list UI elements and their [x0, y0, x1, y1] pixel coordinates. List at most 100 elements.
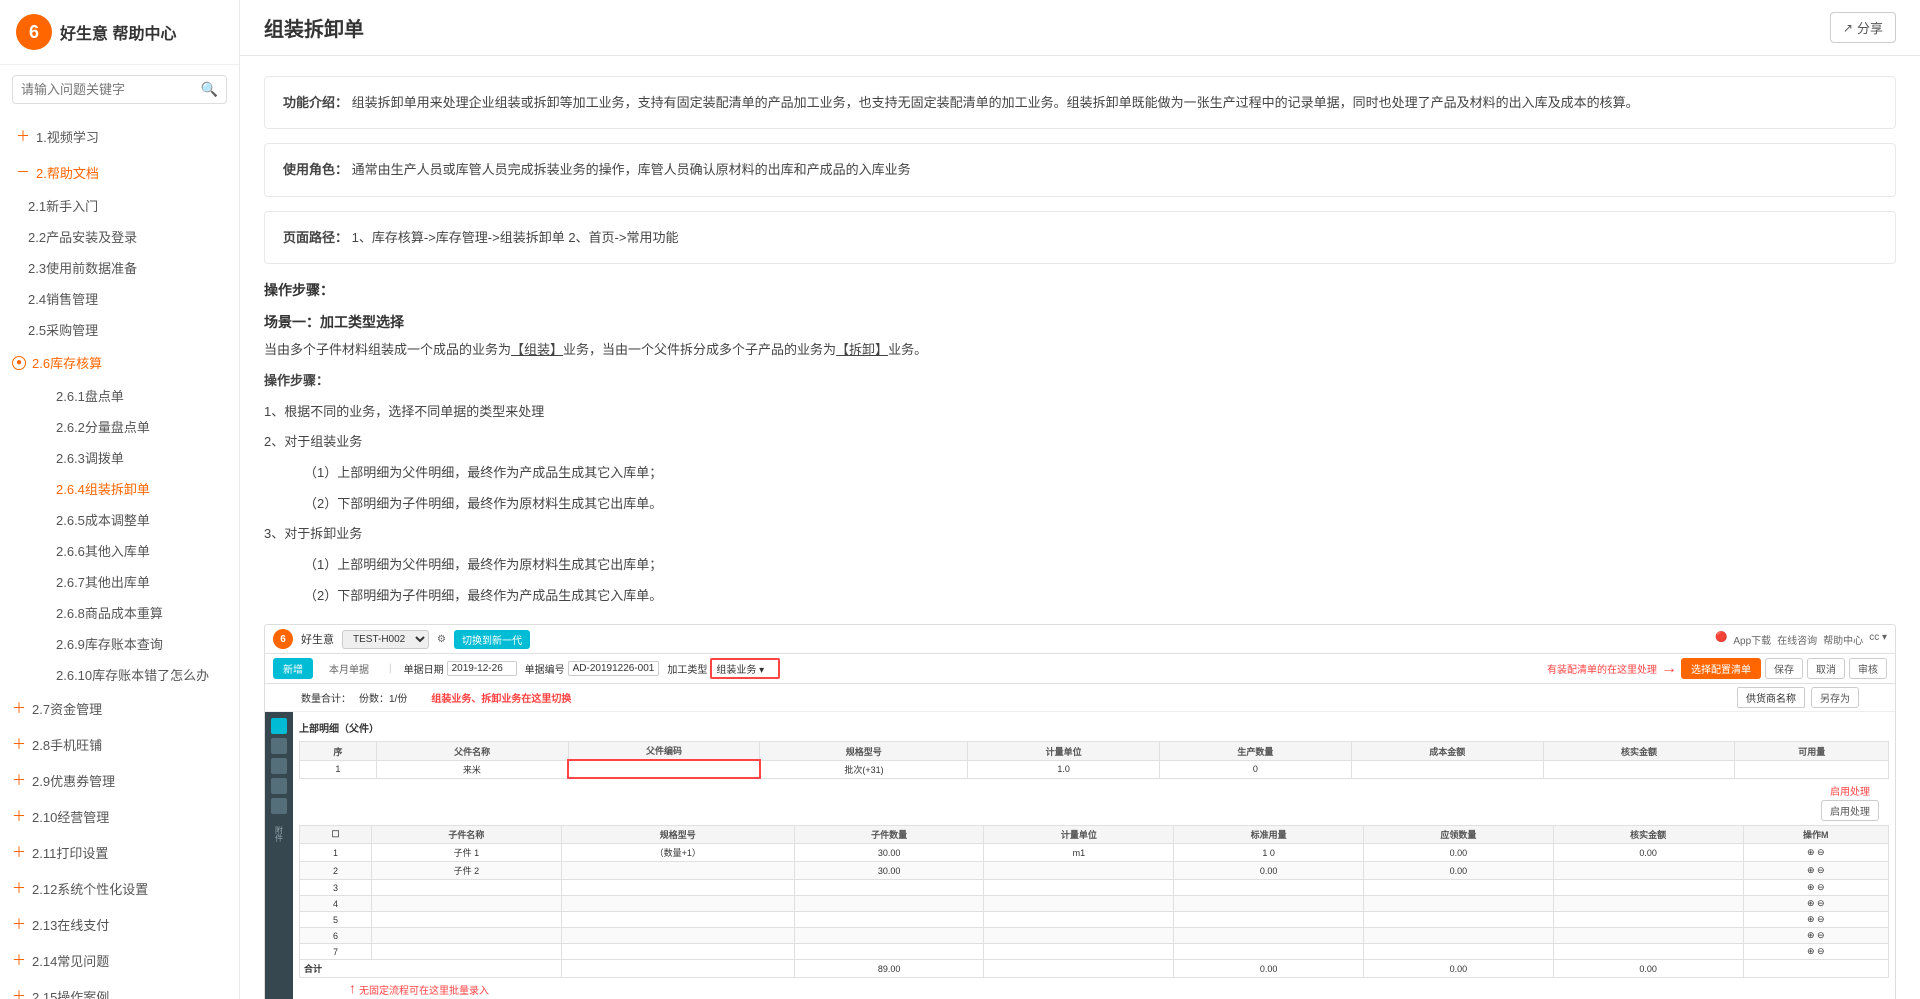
- sidebar-item-2-5[interactable]: 2.5采购管理: [28, 314, 239, 345]
- sidebar-item-2-14[interactable]: ＋ 2.14常见问题: [12, 942, 239, 978]
- mock-type-input[interactable]: 组装业务 ▾: [710, 658, 780, 679]
- table-row: 5⊕ ⊖: [300, 912, 1889, 928]
- scenario1-title: 场景一：加工类型选择: [264, 312, 1896, 332]
- sidebar-item-2-15[interactable]: ＋ 2.15操作案例: [12, 978, 239, 999]
- mock-sidebar-icon-3[interactable]: [271, 758, 287, 774]
- sidebar-item-2-7[interactable]: ＋ 2.7资金管理: [12, 690, 239, 726]
- expand-icon: ＋: [12, 986, 26, 999]
- mock-sync-icon: ⚙: [437, 634, 446, 645]
- sidebar-item-2-2[interactable]: 2.2产品安装及登录: [28, 221, 239, 252]
- mock-content: 上部明细（父件） 序 父件名称 父件编码 规格型号 计量单位 生产数量: [293, 712, 1895, 999]
- top-bar: 组装拆卸单 ↗ 分享: [240, 0, 1920, 56]
- mock-sidebar-text: 附件: [274, 826, 285, 842]
- table-row: 1 来米 批次(+31) 1.0 0: [300, 760, 1889, 778]
- mock-upper-table: 序 父件名称 父件编码 规格型号 计量单位 生产数量 成本金额 核实金额 可用量: [299, 741, 1889, 779]
- mock-process-btn[interactable]: 启用处理: [1821, 800, 1879, 821]
- sidebar-item-2-6[interactable]: ● 2.6库存核算: [12, 345, 239, 380]
- page-title: 组装拆卸单: [264, 13, 364, 42]
- sidebar-item-help-docs[interactable]: － 2.帮助文档: [0, 154, 239, 190]
- sidebar-item-2-6-8[interactable]: 2.6.8商品成本重算: [56, 597, 239, 628]
- sidebar-item-video[interactable]: ＋ 1.视频学习: [0, 118, 239, 154]
- mock-review-btn[interactable]: 审核: [1849, 658, 1887, 679]
- arrow-up-icon: ↑: [349, 980, 356, 996]
- annotation-a3: 启用处理: [1830, 783, 1870, 798]
- sidebar-item-2-6-5[interactable]: 2.6.5成本调整单: [56, 504, 239, 535]
- mock-lower-table: ☐ 子件名称 规格型号 子件数量 计量单位 标准用量 应领数量 核实金额 操作M: [299, 825, 1889, 978]
- mock-sidebar-icon-1[interactable]: [271, 718, 287, 734]
- sidebar-item-2-6-3[interactable]: 2.6.3调拨单: [56, 442, 239, 473]
- sidebar-item-2-6-2[interactable]: 2.6.2分量盘点单: [56, 411, 239, 442]
- mock-sidebar-icon-4[interactable]: [271, 778, 287, 794]
- sidebar-item-2-13[interactable]: ＋ 2.13在线支付: [12, 906, 239, 942]
- mock-highlighted-cell[interactable]: [568, 760, 760, 778]
- sidebar-item-2-6-9[interactable]: 2.6.9库存账本查询: [56, 628, 239, 659]
- mock-id-input[interactable]: AD-20191226-001: [568, 661, 660, 676]
- sidebar-item-2-1[interactable]: 2.1新手入门: [28, 190, 239, 221]
- ops-steps-label: 操作步骤：: [264, 369, 1896, 394]
- sidebar-item-2-6-7[interactable]: 2.6.7其他出库单: [56, 566, 239, 597]
- table-row: 6⊕ ⊖: [300, 928, 1889, 944]
- mock-cancel-btn[interactable]: 取消: [1807, 658, 1845, 679]
- divider: |: [389, 663, 392, 674]
- mock-select-bom-btn[interactable]: 选择配置清单: [1681, 658, 1761, 679]
- share-icon: ↗: [1843, 21, 1853, 35]
- table-row: 3⊕ ⊖: [300, 880, 1889, 896]
- mock-action-area: 有装配清单的在这里处理 → 选择配置清单 保存 取消 审核: [1547, 658, 1887, 679]
- sidebar-item-2-11[interactable]: ＋ 2.11打印设置: [12, 834, 239, 870]
- mock-supplier-area: 供货商名称 另存为: [1737, 687, 1859, 708]
- step3-2: （2）下部明细为子件明细，最终作为产成品生成其它入库单。: [264, 584, 1896, 609]
- mock-brand: 好生意: [301, 631, 334, 647]
- main-area: 组装拆卸单 ↗ 分享 功能介绍： 组装拆卸单用来处理企业组装或拆卸等加工业务，支…: [240, 0, 1920, 999]
- annotation-a4-container: 无固定流程可在这里批量录入 ↑: [299, 982, 1889, 999]
- ops-title: 操作步骤：: [264, 280, 1896, 300]
- sidebar-item-2-10[interactable]: ＋ 2.10经营管理: [12, 798, 239, 834]
- sidebar-item-2-6-1[interactable]: 2.6.1盘点单: [56, 380, 239, 411]
- sub-items-help-docs: 2.1新手入门 2.2产品安装及登录 2.3使用前数据准备 2.4销售管理 2.…: [0, 190, 239, 999]
- mock-select-supplier-btn[interactable]: 另存为: [1811, 687, 1859, 708]
- sidebar: 6 好生意 帮助中心 🔍 ＋ 1.视频学习 － 2.帮助文档 2.1新手入门 2…: [0, 0, 240, 999]
- func-intro-text: 组装拆卸单用来处理企业组装或拆卸等加工业务，支持有固定装配清单的产品加工业务，也…: [352, 95, 1639, 110]
- mock-process-btn-area: 启用处理 启用处理: [1821, 783, 1879, 821]
- mock-sidebar-icon-5[interactable]: [271, 798, 287, 814]
- sidebar-item-2-6-10[interactable]: 2.6.10库存账本错了怎么办: [56, 659, 239, 690]
- table-footer-row: 合计 89.00 0.00 0.00 0.00: [300, 960, 1889, 978]
- sidebar-item-2-12[interactable]: ＋ 2.12系统个性化设置: [12, 870, 239, 906]
- mock-sidebar-icon-2[interactable]: [271, 738, 287, 754]
- sidebar-item-2-9[interactable]: ＋ 2.9优惠券管理: [12, 762, 239, 798]
- sidebar-item-2-4[interactable]: 2.4销售管理: [28, 283, 239, 314]
- active-circle-icon: ●: [12, 356, 26, 370]
- search-box[interactable]: 🔍: [12, 75, 227, 104]
- sidebar-item-2-3[interactable]: 2.3使用前数据准备: [28, 252, 239, 283]
- sub-items-2-6: 2.6.1盘点单 2.6.2分量盘点单 2.6.3调拨单 2.6.4组装拆卸单 …: [28, 380, 239, 690]
- mock-upper-table-label: 上部明细（父件）: [299, 718, 1889, 737]
- mock-tab-new[interactable]: 新增: [273, 658, 313, 679]
- mock-date-input[interactable]: 2019-12-26: [447, 661, 517, 676]
- step3: 3、对于拆卸业务: [264, 522, 1896, 547]
- search-input[interactable]: [21, 82, 201, 97]
- logo-area: 6 好生意 帮助中心: [0, 0, 239, 65]
- mock-switch-btn[interactable]: 切换到新一代: [454, 630, 530, 649]
- sidebar-item-2-6-6[interactable]: 2.6.6其他入库单: [56, 535, 239, 566]
- table-row: 2 子件 2 30.00 0.00 0.00 ⊕ ⊖: [300, 862, 1889, 880]
- mock-screen: 6 好生意 TEST-H002 ⚙ 切换到新一代 🔴 App下载 在线咨询 帮助…: [265, 625, 1895, 999]
- mock-tab-list[interactable]: 本月单据: [321, 658, 377, 679]
- sidebar-item-2-8[interactable]: ＋ 2.8手机旺铺: [12, 726, 239, 762]
- path-label: 页面路径：: [283, 230, 348, 245]
- mock-company-select[interactable]: TEST-H002: [342, 630, 429, 649]
- mock-save-btn[interactable]: 保存: [1765, 658, 1803, 679]
- content-area: 功能介绍： 组装拆卸单用来处理企业组装或拆卸等加工业务，支持有固定装配清单的产品…: [240, 56, 1920, 999]
- mock-id-field: 单据编号 AD-20191226-001: [525, 661, 660, 676]
- expand-icon: ＋: [12, 950, 26, 970]
- collapse-icon: －: [16, 162, 30, 182]
- screenshot-container: 6 好生意 TEST-H002 ⚙ 切换到新一代 🔴 App下载 在线咨询 帮助…: [264, 624, 1896, 999]
- nav-section: ＋ 1.视频学习 － 2.帮助文档 2.1新手入门 2.2产品安装及登录 2.3…: [0, 114, 239, 999]
- expand-icon: ＋: [12, 914, 26, 934]
- mock-left-sidebar: 附件: [265, 712, 293, 999]
- expand-icon: ＋: [12, 770, 26, 790]
- share-button[interactable]: ↗ 分享: [1830, 12, 1896, 43]
- mock-supplier-input[interactable]: 供货商名称: [1737, 687, 1805, 708]
- annotation-a4: 无固定流程可在这里批量录入: [359, 982, 489, 997]
- step2-1: （1）上部明细为父件明细，最终作为产成品生成其它入库单；: [264, 461, 1896, 486]
- search-icon[interactable]: 🔍: [201, 81, 218, 98]
- sidebar-item-2-6-4[interactable]: 2.6.4组装拆卸单: [56, 473, 239, 504]
